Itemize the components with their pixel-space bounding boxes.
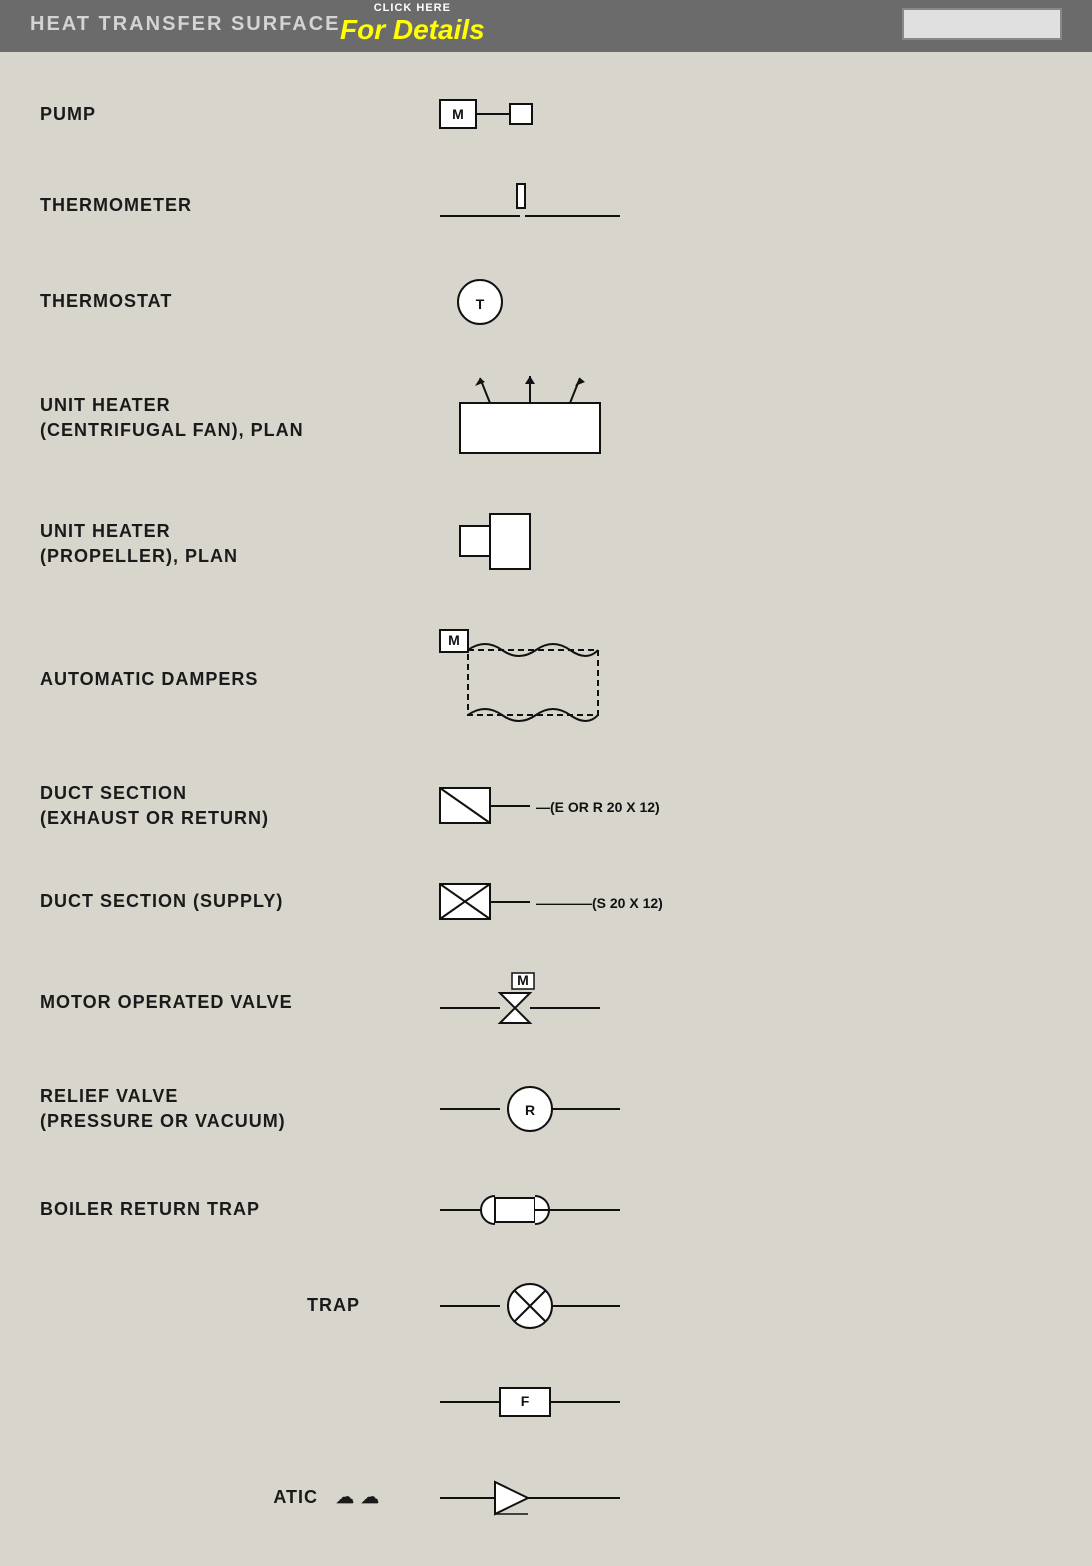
- unit-heater-centrifugal-label: UNIT HEATER(CENTRIFUGAL FAN), PLAN: [40, 393, 420, 443]
- thermometer-row: THERMOMETER: [40, 158, 1052, 254]
- for-details-label: For Details: [340, 14, 485, 46]
- automatic-dampers-label: AUTOMATIC DAMPERS: [40, 667, 420, 692]
- filter-row: F: [40, 1354, 1052, 1450]
- unit-heater-centrifugal-symbol: [420, 368, 1052, 468]
- thermostat-label: THERMOSTAT: [40, 289, 420, 314]
- trap-row: TRAP: [40, 1258, 1052, 1354]
- motor-valve-row: MOTOR OPERATED VALVE M: [40, 950, 1052, 1056]
- trap-label: TRAP: [40, 1293, 420, 1318]
- main-content: PUMP M THERMOMETER: [0, 52, 1092, 1566]
- thermostat-row: THERMOSTAT T: [40, 254, 1052, 350]
- unit-heater-centrifugal-row: UNIT HEATER(CENTRIFUGAL FAN), PLAN: [40, 350, 1052, 486]
- unit-heater-propeller-label: UNIT HEATER(PROPELLER), PLAN: [40, 519, 420, 569]
- atic-symbol: [420, 1468, 1052, 1528]
- click-here-block[interactable]: CLICK HERE For Details: [340, 2, 485, 46]
- unit-heater-propeller-symbol: [420, 504, 1052, 584]
- thermometer-symbol: [420, 176, 1052, 236]
- svg-text:F: F: [521, 1393, 530, 1409]
- duct-supply-row: DUCT SECTION (SUPPLY) ————(S 20 X 12): [40, 854, 1052, 950]
- pump-symbol: M: [420, 90, 1052, 140]
- automatic-dampers-symbol: M: [420, 620, 1052, 740]
- header-title: HEAT TRANSFER SURFACE: [30, 13, 341, 36]
- header-bar: HEAT TRANSFER SURFACE CLICK HERE For Det…: [0, 0, 1092, 52]
- svg-text:M: M: [517, 972, 529, 988]
- relief-valve-row: RELIEF VALVE(PRESSURE OR VACUUM) R: [40, 1056, 1052, 1162]
- click-here-label: CLICK HERE: [374, 2, 451, 14]
- relief-valve-label: RELIEF VALVE(PRESSURE OR VACUUM): [40, 1084, 420, 1134]
- svg-text:————(S 20 X 12): ————(S 20 X 12): [536, 895, 663, 911]
- svg-text:R: R: [525, 1102, 535, 1118]
- svg-text:M: M: [452, 106, 464, 122]
- unit-heater-propeller-row: UNIT HEATER(PROPELLER), PLAN: [40, 486, 1052, 602]
- boiler-return-trap-symbol: [420, 1180, 1052, 1240]
- trap-symbol: [420, 1276, 1052, 1336]
- motor-valve-label: MOTOR OPERATED VALVE: [40, 990, 420, 1015]
- relief-valve-symbol: R: [420, 1074, 1052, 1144]
- automatic-dampers-row: AUTOMATIC DAMPERS M: [40, 602, 1052, 758]
- thermometer-label: THERMOMETER: [40, 193, 420, 218]
- svg-text:—(E OR R 20 X 12): —(E OR R 20 X 12): [536, 799, 660, 815]
- motor-valve-symbol: M: [420, 968, 1052, 1038]
- duct-exhaust-symbol: —(E OR R 20 X 12): [420, 776, 1052, 836]
- duct-supply-label: DUCT SECTION (SUPPLY): [40, 889, 420, 914]
- atic-row: ATIC ☁ ☁: [40, 1450, 1052, 1546]
- boiler-return-trap-label: BOILER RETURN TRAP: [40, 1197, 420, 1222]
- thermostat-symbol: T: [420, 272, 1052, 332]
- filter-symbol: F: [420, 1372, 1052, 1432]
- atic-label: ATIC ☁ ☁: [40, 1485, 420, 1510]
- pump-label: PUMP: [40, 102, 420, 127]
- header-input[interactable]: [902, 8, 1062, 40]
- svg-text:T: T: [476, 296, 485, 312]
- duct-exhaust-label: DUCT SECTION(EXHAUST OR RETURN): [40, 781, 420, 831]
- duct-exhaust-row: DUCT SECTION(EXHAUST OR RETURN) —(E OR R…: [40, 758, 1052, 854]
- svg-text:M: M: [448, 632, 460, 648]
- pump-row: PUMP M: [40, 72, 1052, 158]
- duct-supply-symbol: ————(S 20 X 12): [420, 872, 1052, 932]
- boiler-return-trap-row: BOILER RETURN TRAP: [40, 1162, 1052, 1258]
